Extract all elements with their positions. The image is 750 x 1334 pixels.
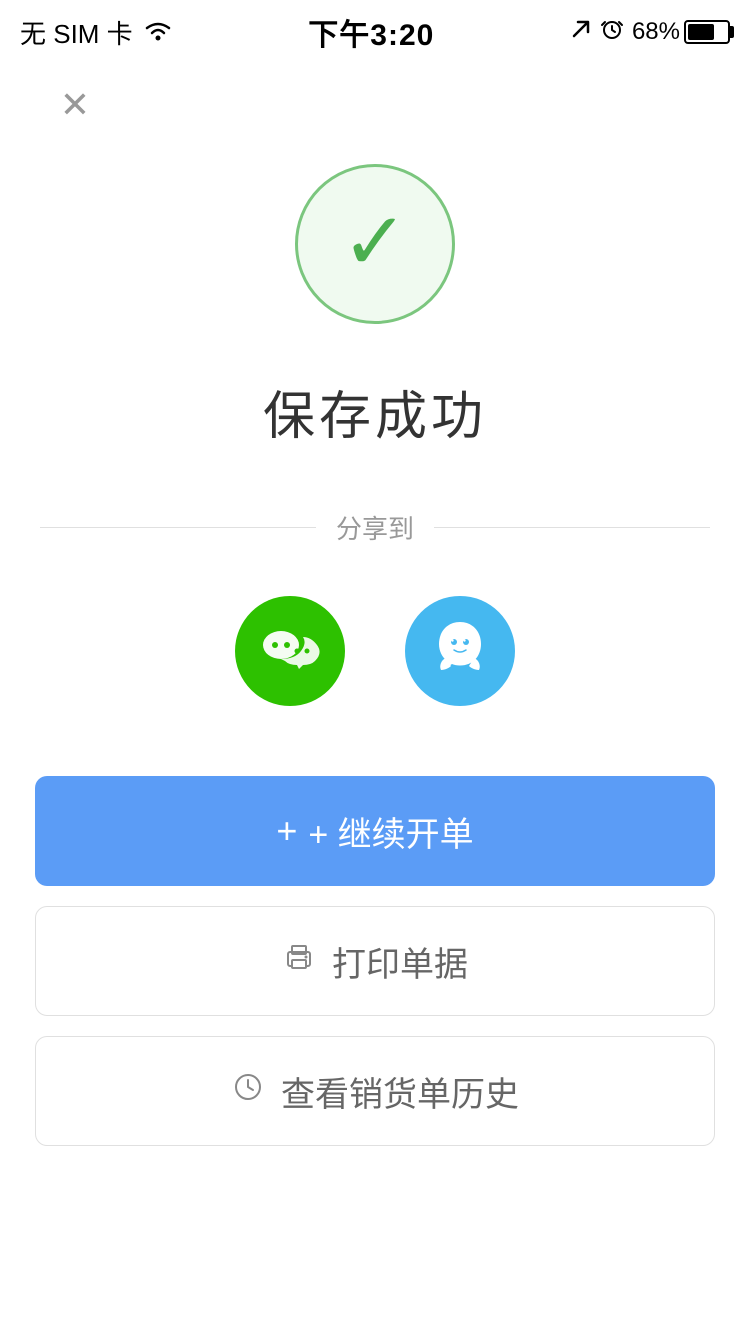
action-buttons: + + 继续开单 打印单据 查看销货单历 — [35, 776, 715, 1146]
status-right: 68% — [570, 17, 730, 48]
print-label: 打印单据 — [332, 937, 468, 986]
status-time: 下午3:20 — [308, 10, 434, 54]
share-label: 分享到 — [316, 509, 434, 546]
qq-share-button[interactable] — [405, 596, 515, 706]
location-icon — [570, 18, 592, 47]
share-icons — [40, 596, 710, 706]
success-circle: ✓ — [295, 164, 455, 324]
battery-icon — [684, 20, 730, 44]
no-sim-text: 无 SIM 卡 — [20, 14, 133, 51]
wifi-icon — [143, 17, 173, 48]
continue-label: + 继续开单 — [308, 807, 473, 856]
continue-button[interactable]: + + 继续开单 — [35, 776, 715, 886]
close-button[interactable]: ✕ — [50, 80, 100, 130]
wechat-share-button[interactable] — [235, 596, 345, 706]
plus-icon: + — [276, 810, 297, 852]
battery-indicator: 68% — [632, 18, 730, 46]
history-icon — [231, 1070, 265, 1113]
success-title: 保存成功 — [263, 374, 487, 449]
share-divider: 分享到 — [40, 509, 710, 546]
print-button[interactable]: 打印单据 — [35, 906, 715, 1016]
status-left: 无 SIM 卡 — [20, 14, 173, 51]
battery-percent: 68% — [632, 18, 680, 46]
checkmark-icon: ✓ — [341, 202, 408, 282]
alarm-icon — [600, 17, 624, 48]
share-section: 分享到 — [0, 509, 750, 706]
status-bar: 无 SIM 卡 下午3:20 68% — [0, 0, 750, 64]
main-content: ✓ 保存成功 分享到 — [0, 64, 750, 1146]
history-button[interactable]: 查看销货单历史 — [35, 1036, 715, 1146]
close-icon: ✕ — [60, 87, 90, 123]
history-label: 查看销货单历史 — [281, 1067, 519, 1116]
print-icon — [282, 940, 316, 983]
